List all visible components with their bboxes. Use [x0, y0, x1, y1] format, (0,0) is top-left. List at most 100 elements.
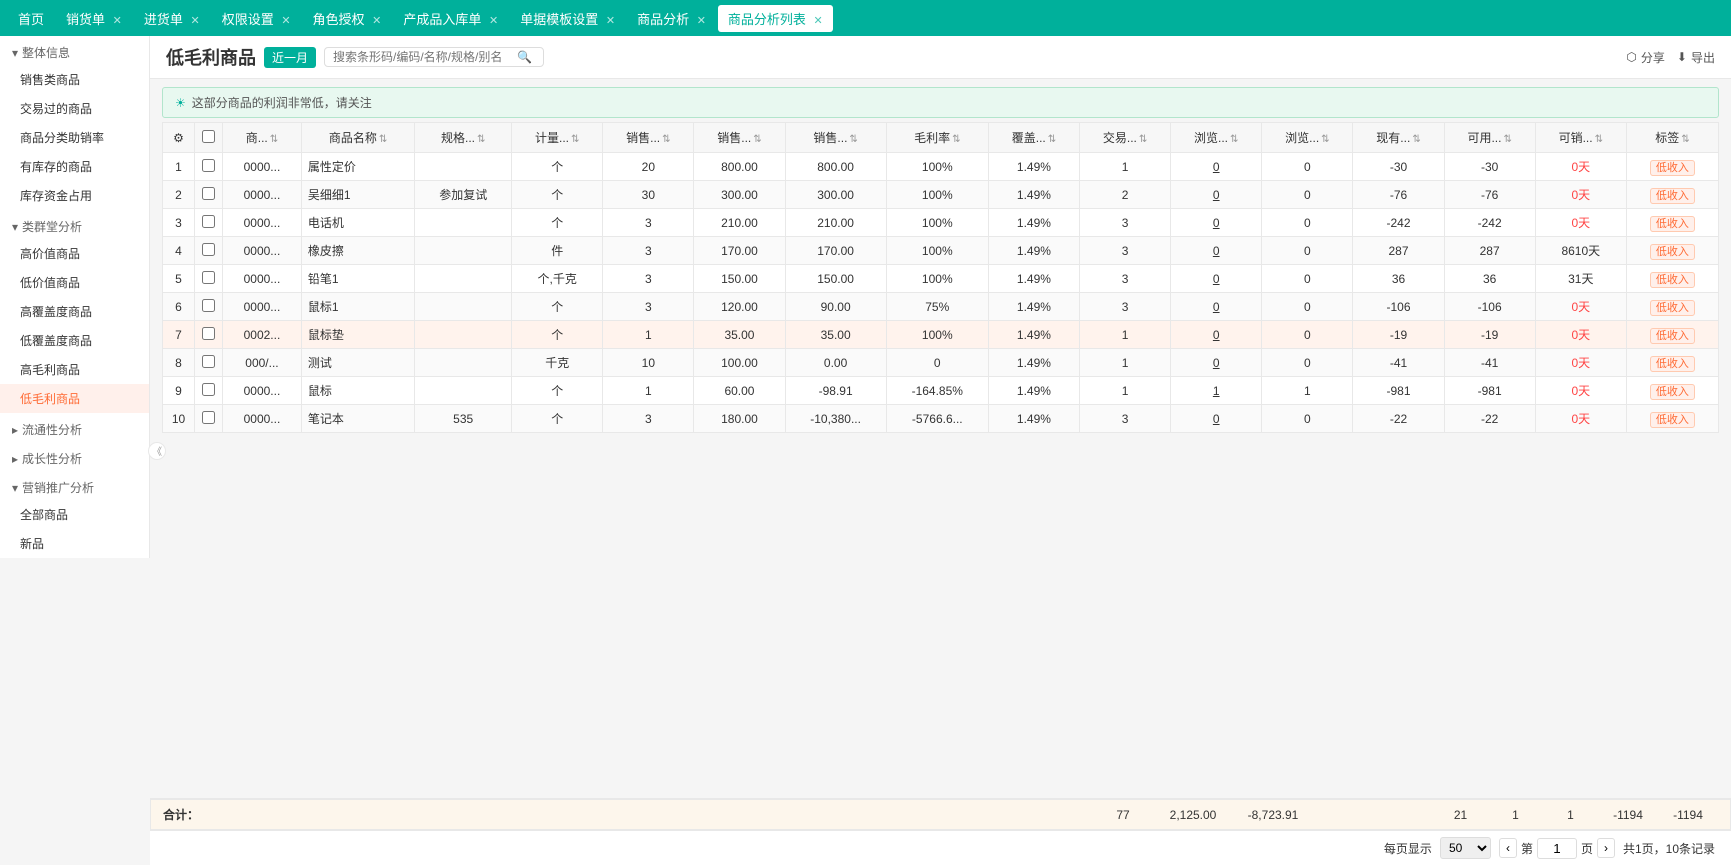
nav-analysis[interactable]: 商品分析 ✕	[627, 5, 716, 32]
sidebar-item-high-coverage[interactable]: 高覆盖度商品	[0, 297, 149, 326]
browse1-link[interactable]: 0	[1213, 328, 1220, 342]
col-name[interactable]: 商品名称⇅	[301, 123, 414, 153]
row-name[interactable]: 鼠标1	[301, 293, 414, 321]
sidebar-group-circulation[interactable]: ▸ 流通性分析	[0, 413, 149, 442]
nav-products[interactable]: 产成品入库单 ✕	[393, 5, 508, 32]
row-checkbox-cell[interactable]	[195, 293, 223, 321]
row-checkbox-cell[interactable]	[195, 181, 223, 209]
sidebar-item-category-rate[interactable]: 商品分类助销率	[0, 123, 149, 152]
sidebar-group-marketing[interactable]: ▾ 营销推广分析	[0, 471, 149, 500]
share-button[interactable]: ⬡ 分享	[1626, 49, 1665, 66]
sidebar-item-new-goods[interactable]: 新品	[0, 529, 149, 558]
nav-sales[interactable]: 销货单 ✕	[56, 5, 132, 32]
row-checkbox-cell[interactable]	[195, 405, 223, 433]
row-browse1[interactable]: 0	[1171, 321, 1262, 349]
row-checkbox-cell[interactable]	[195, 209, 223, 237]
col-sales-qty[interactable]: 销售...⇅	[603, 123, 694, 153]
row-checkbox[interactable]	[202, 299, 215, 312]
row-name[interactable]: 吴细细1	[301, 181, 414, 209]
col-transaction[interactable]: 交易...⇅	[1080, 123, 1171, 153]
col-code[interactable]: 商...⇅	[223, 123, 302, 153]
col-spec[interactable]: 规格...⇅	[415, 123, 512, 153]
sidebar-group-cluster[interactable]: ▾ 类群堂分析	[0, 210, 149, 239]
browse1-link[interactable]: 0	[1213, 272, 1220, 286]
browse1-link[interactable]: 0	[1213, 244, 1220, 258]
col-sales-profit[interactable]: 销售...⇅	[785, 123, 886, 153]
col-current-stock[interactable]: 现有...⇅	[1353, 123, 1444, 153]
row-browse1[interactable]: 0	[1171, 293, 1262, 321]
nav-templates[interactable]: 单据模板设置 ✕	[510, 5, 625, 32]
col-sales-price[interactable]: 销售...⇅	[694, 123, 785, 153]
search-input[interactable]	[333, 50, 513, 64]
nav-permissions[interactable]: 权限设置 ✕	[212, 5, 301, 32]
row-checkbox-cell[interactable]	[195, 153, 223, 181]
col-gross-rate[interactable]: 毛利率⇅	[886, 123, 988, 153]
nav-analysis-list[interactable]: 商品分析列表 ✕	[718, 5, 833, 32]
search-box[interactable]: 🔍	[324, 47, 544, 67]
browse1-link[interactable]: 0	[1213, 300, 1220, 314]
browse1-link[interactable]: 1	[1213, 384, 1220, 398]
browse1-link[interactable]: 0	[1213, 356, 1220, 370]
close-permissions-icon[interactable]: ✕	[281, 15, 290, 27]
sidebar-item-high-value[interactable]: 高价值商品	[0, 239, 149, 268]
export-button[interactable]: ⬇ 导出	[1677, 49, 1715, 66]
row-checkbox[interactable]	[202, 215, 215, 228]
row-checkbox-cell[interactable]	[195, 349, 223, 377]
col-settings[interactable]: ⚙	[163, 123, 195, 153]
col-available-stock[interactable]: 可用...⇅	[1444, 123, 1535, 153]
sidebar-item-capital[interactable]: 库存资金占用	[0, 181, 149, 210]
sidebar-item-high-margin[interactable]: 高毛利商品	[0, 355, 149, 384]
col-browse1[interactable]: 浏览...⇅	[1171, 123, 1262, 153]
row-checkbox[interactable]	[202, 243, 215, 256]
row-checkbox-cell[interactable]	[195, 237, 223, 265]
row-checkbox[interactable]	[202, 327, 215, 340]
sidebar-item-all-goods[interactable]: 全部商品	[0, 500, 149, 529]
sidebar-item-low-coverage[interactable]: 低覆盖度商品	[0, 326, 149, 355]
close-roles-icon[interactable]: ✕	[372, 15, 381, 27]
row-name[interactable]: 笔记本	[301, 405, 414, 433]
row-name[interactable]: 电话机	[301, 209, 414, 237]
close-analysis-icon[interactable]: ✕	[697, 15, 706, 27]
nav-home[interactable]: 首页	[8, 5, 54, 32]
row-checkbox[interactable]	[202, 383, 215, 396]
row-name[interactable]: 测试	[301, 349, 414, 377]
row-checkbox-cell[interactable]	[195, 321, 223, 349]
sidebar-group-overall[interactable]: ▾ 整体信息	[0, 36, 149, 65]
close-sales-icon[interactable]: ✕	[113, 15, 122, 27]
browse1-link[interactable]: 0	[1213, 188, 1220, 202]
row-browse1[interactable]: 0	[1171, 209, 1262, 237]
row-browse1[interactable]: 0	[1171, 153, 1262, 181]
row-checkbox[interactable]	[202, 355, 215, 368]
row-checkbox[interactable]	[202, 271, 215, 284]
page-number-input[interactable]	[1537, 838, 1577, 859]
close-templates-icon[interactable]: ✕	[606, 15, 615, 27]
next-page-button[interactable]: ›	[1597, 838, 1615, 858]
select-all-checkbox[interactable]	[202, 130, 215, 143]
row-browse1[interactable]: 0	[1171, 349, 1262, 377]
sidebar-collapse-button[interactable]: 《	[148, 442, 166, 460]
row-browse1[interactable]: 0	[1171, 265, 1262, 293]
browse1-link[interactable]: 0	[1213, 216, 1220, 230]
row-checkbox[interactable]	[202, 187, 215, 200]
row-name[interactable]: 橡皮擦	[301, 237, 414, 265]
sidebar-item-sales-goods[interactable]: 销售类商品	[0, 65, 149, 94]
col-unit[interactable]: 计量...⇅	[512, 123, 603, 153]
col-browse2[interactable]: 浏览...⇅	[1262, 123, 1353, 153]
row-name[interactable]: 铅笔1	[301, 265, 414, 293]
close-analysis-list-icon[interactable]: ✕	[814, 15, 823, 27]
browse1-link[interactable]: 0	[1213, 160, 1220, 174]
col-saleable-days[interactable]: 可销...⇅	[1535, 123, 1626, 153]
row-checkbox-cell[interactable]	[195, 265, 223, 293]
close-products-icon[interactable]: ✕	[489, 15, 498, 27]
row-browse1[interactable]: 1	[1171, 377, 1262, 405]
row-browse1[interactable]: 0	[1171, 405, 1262, 433]
sidebar-item-traded-goods[interactable]: 交易过的商品	[0, 94, 149, 123]
row-name[interactable]: 鼠标垫	[301, 321, 414, 349]
close-purchase-icon[interactable]: ✕	[190, 15, 199, 27]
col-tag[interactable]: 标签⇅	[1626, 123, 1718, 153]
nav-purchase[interactable]: 进货单 ✕	[134, 5, 210, 32]
sidebar-item-in-stock[interactable]: 有库存的商品	[0, 152, 149, 181]
row-name[interactable]: 属性定价	[301, 153, 414, 181]
nav-roles[interactable]: 角色授权 ✕	[303, 5, 392, 32]
date-range-badge[interactable]: 近一月	[264, 47, 316, 68]
